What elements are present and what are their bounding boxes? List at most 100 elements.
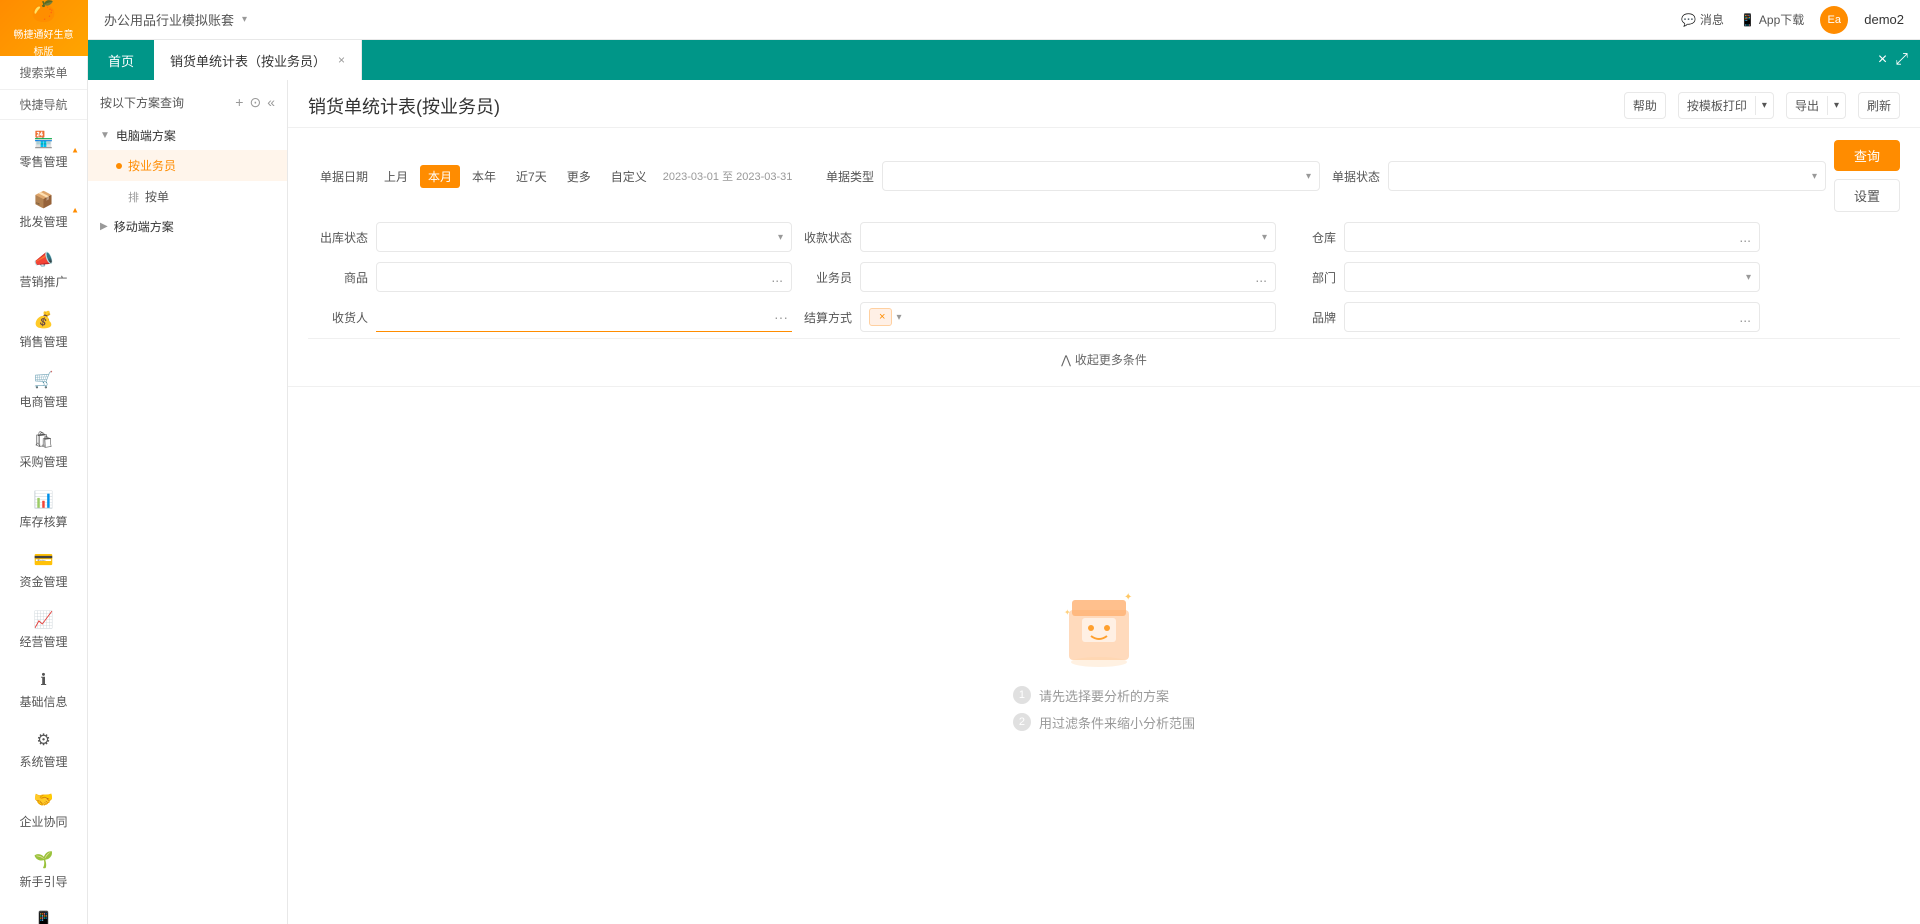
sidebar-search[interactable]: 搜索菜单 <box>0 56 87 90</box>
tree-item-order[interactable]: 排 按单 <box>88 181 287 212</box>
settlement-control[interactable]: × ▾ <box>860 302 1276 332</box>
date-btn-7days[interactable]: 近7天 <box>508 165 555 188</box>
sidebar-item-wholesale[interactable]: 📦 批发管理 <box>0 180 87 240</box>
finance-icon: 💳 <box>34 550 54 570</box>
sidebar-item-basic-label: 基础信息 <box>19 693 67 710</box>
sidebar-item-finance-label: 资金管理 <box>19 573 67 590</box>
date-btn-this-year[interactable]: 本年 <box>464 165 504 188</box>
tree-section-pc-header[interactable]: ▼ 电脑端方案 <box>88 121 287 150</box>
ecommerce-icon: 🛒 <box>34 370 54 390</box>
salesperson-control[interactable]: ... <box>860 262 1276 292</box>
panel-add-icon[interactable]: + <box>235 94 243 111</box>
breadcrumb-arrow[interactable]: ▾ <box>242 14 247 25</box>
payment-select[interactable]: ▾ <box>860 222 1276 252</box>
date-btn-custom[interactable]: 自定义 <box>603 165 655 188</box>
message-button[interactable]: 💬 消息 <box>1681 11 1724 28</box>
date-label: 单据日期 <box>308 168 368 185</box>
warehouse-control[interactable]: ... <box>1344 222 1760 252</box>
tab-active-sales-report[interactable]: 销货单统计表（按业务员） × <box>154 40 362 80</box>
type-select[interactable]: ▾ <box>882 161 1320 191</box>
inventory-icon: 📊 <box>34 490 54 510</box>
status-label: 单据状态 <box>1320 168 1380 185</box>
sidebar-item-newbie[interactable]: 🌱 新手引导 <box>0 840 87 900</box>
date-btn-last-month[interactable]: 上月 <box>376 165 416 188</box>
tree-section-mobile-header[interactable]: ▶ 移动端方案 <box>88 212 287 241</box>
salesperson-dots[interactable]: ... <box>1255 269 1267 285</box>
warehouse-dots[interactable]: ... <box>1739 229 1751 245</box>
receiver-control[interactable]: ··· <box>376 302 792 332</box>
sidebar-item-basic[interactable]: ℹ 基础信息 <box>0 660 87 720</box>
date-btn-more[interactable]: 更多 <box>559 165 599 188</box>
sidebar-item-purchase[interactable]: 🛍 采购管理 <box>0 420 87 480</box>
tree-salesperson-label: 按业务员 <box>128 157 176 174</box>
type-label: 单据类型 <box>814 168 874 185</box>
goods-dots[interactable]: ... <box>771 269 783 285</box>
brand-dots[interactable]: ... <box>1739 309 1751 325</box>
tab-home[interactable]: 首页 <box>88 40 154 80</box>
receiver-label: 收货人 <box>308 309 368 326</box>
outbound-select[interactable]: ▾ <box>376 222 792 252</box>
app-icon: 📱 <box>1740 13 1755 27</box>
sidebar-item-appstore[interactable]: 📱 应用中心 <box>0 900 87 924</box>
help-button[interactable]: 帮助 <box>1624 92 1666 119</box>
sidebar-item-enterprise[interactable]: 🤝 企业协同 <box>0 780 87 840</box>
topbar: 办公用品行业模拟账套 ▾ 💬 消息 📱 App下载 Ea demo2 <box>88 0 1920 40</box>
settlement-tag-close[interactable]: × <box>879 311 885 323</box>
tab-fullscreen-icon[interactable]: ⤢ <box>1895 51 1908 69</box>
sidebar-item-retail[interactable]: 🏪 零售管理 <box>0 120 87 180</box>
tree-item-salesperson[interactable]: 按业务员 <box>88 150 287 181</box>
export-arrow[interactable]: ▾ <box>1827 96 1845 115</box>
appstore-icon: 📱 <box>34 910 54 924</box>
tab-close-icon[interactable]: × <box>338 53 345 67</box>
collapse-button[interactable]: ⋀ 收起更多条件 <box>1045 345 1163 374</box>
brand-control[interactable]: ... <box>1344 302 1760 332</box>
collapse-icon: ⋀ <box>1061 353 1071 367</box>
app-download-label: App下载 <box>1759 11 1804 28</box>
logo-icon: 🍊 <box>31 0 56 24</box>
settlement-label: 结算方式 <box>792 309 852 326</box>
page-title: 销货单统计表(按业务员) <box>308 93 500 119</box>
panel-edit-icon[interactable]: ⊙ <box>249 94 261 111</box>
template-print-arrow[interactable]: ▾ <box>1755 96 1773 115</box>
sidebar-item-retail-label: 零售管理 <box>19 153 67 170</box>
username-label[interactable]: demo2 <box>1864 12 1904 27</box>
receiver-dots[interactable]: ··· <box>774 309 788 325</box>
date-filter: 上月 本月 本年 近7天 更多 自定义 2023-03-01 至 2023-03… <box>376 165 792 188</box>
sidebar-item-marketing[interactable]: 📣 营销推广 <box>0 240 87 300</box>
export-button[interactable]: 导出 <box>1787 93 1827 118</box>
refresh-button[interactable]: 刷新 <box>1858 92 1900 119</box>
outbound-label: 出库状态 <box>308 229 368 246</box>
dept-select[interactable]: ▾ <box>1344 262 1760 292</box>
settings-button[interactable]: 设置 <box>1834 179 1900 212</box>
sidebar-item-ecommerce[interactable]: 🛒 电商管理 <box>0 360 87 420</box>
query-button[interactable]: 查询 <box>1834 140 1900 171</box>
avatar[interactable]: Ea <box>1820 6 1848 34</box>
panel-collapse-icon[interactable]: « <box>267 94 275 111</box>
export-group: 导出 ▾ <box>1786 92 1846 119</box>
empty-tip-2: 2 用过滤条件来缩小分析范围 <box>1013 713 1195 732</box>
sidebar-item-operations[interactable]: 📈 经营管理 <box>0 600 87 660</box>
tip-text-1: 请先选择要分析的方案 <box>1039 686 1169 705</box>
sidebar-item-system[interactable]: ⚙ 系统管理 <box>0 720 87 780</box>
tab-shrink-icon[interactable]: × <box>1878 51 1887 69</box>
sidebar-logo[interactable]: 🍊 畅捷通好生意 标版 <box>0 0 88 56</box>
tab-home-label: 首页 <box>108 51 134 70</box>
wholesale-icon: 📦 <box>34 190 54 210</box>
tree-pc-arrow: ▼ <box>100 130 110 141</box>
page-header: 销货单统计表(按业务员) 帮助 按模板打印 ▾ 导出 ▾ 刷新 <box>288 80 1920 128</box>
marketing-icon: 📣 <box>34 250 54 270</box>
sidebar-quick[interactable]: 快捷导航 <box>0 90 87 120</box>
tree-order-label: 按单 <box>145 188 169 205</box>
sidebar-item-finance[interactable]: 💳 资金管理 <box>0 540 87 600</box>
purchase-icon: 🛍 <box>33 430 53 450</box>
sidebar-item-inventory[interactable]: 📊 库存核算 <box>0 480 87 540</box>
template-print-button[interactable]: 按模板打印 <box>1679 93 1755 118</box>
date-btn-this-month[interactable]: 本月 <box>420 165 460 188</box>
tree-mobile-label: 移动端方案 <box>114 218 174 235</box>
payment-label: 收款状态 <box>792 229 852 246</box>
date-range: 2023-03-01 至 2023-03-31 <box>663 168 793 184</box>
sidebar-item-sales[interactable]: 💰 销售管理 <box>0 300 87 360</box>
app-download-button[interactable]: 📱 App下载 <box>1740 11 1804 28</box>
status-select[interactable]: ▾ <box>1388 161 1826 191</box>
goods-control[interactable]: ... <box>376 262 792 292</box>
